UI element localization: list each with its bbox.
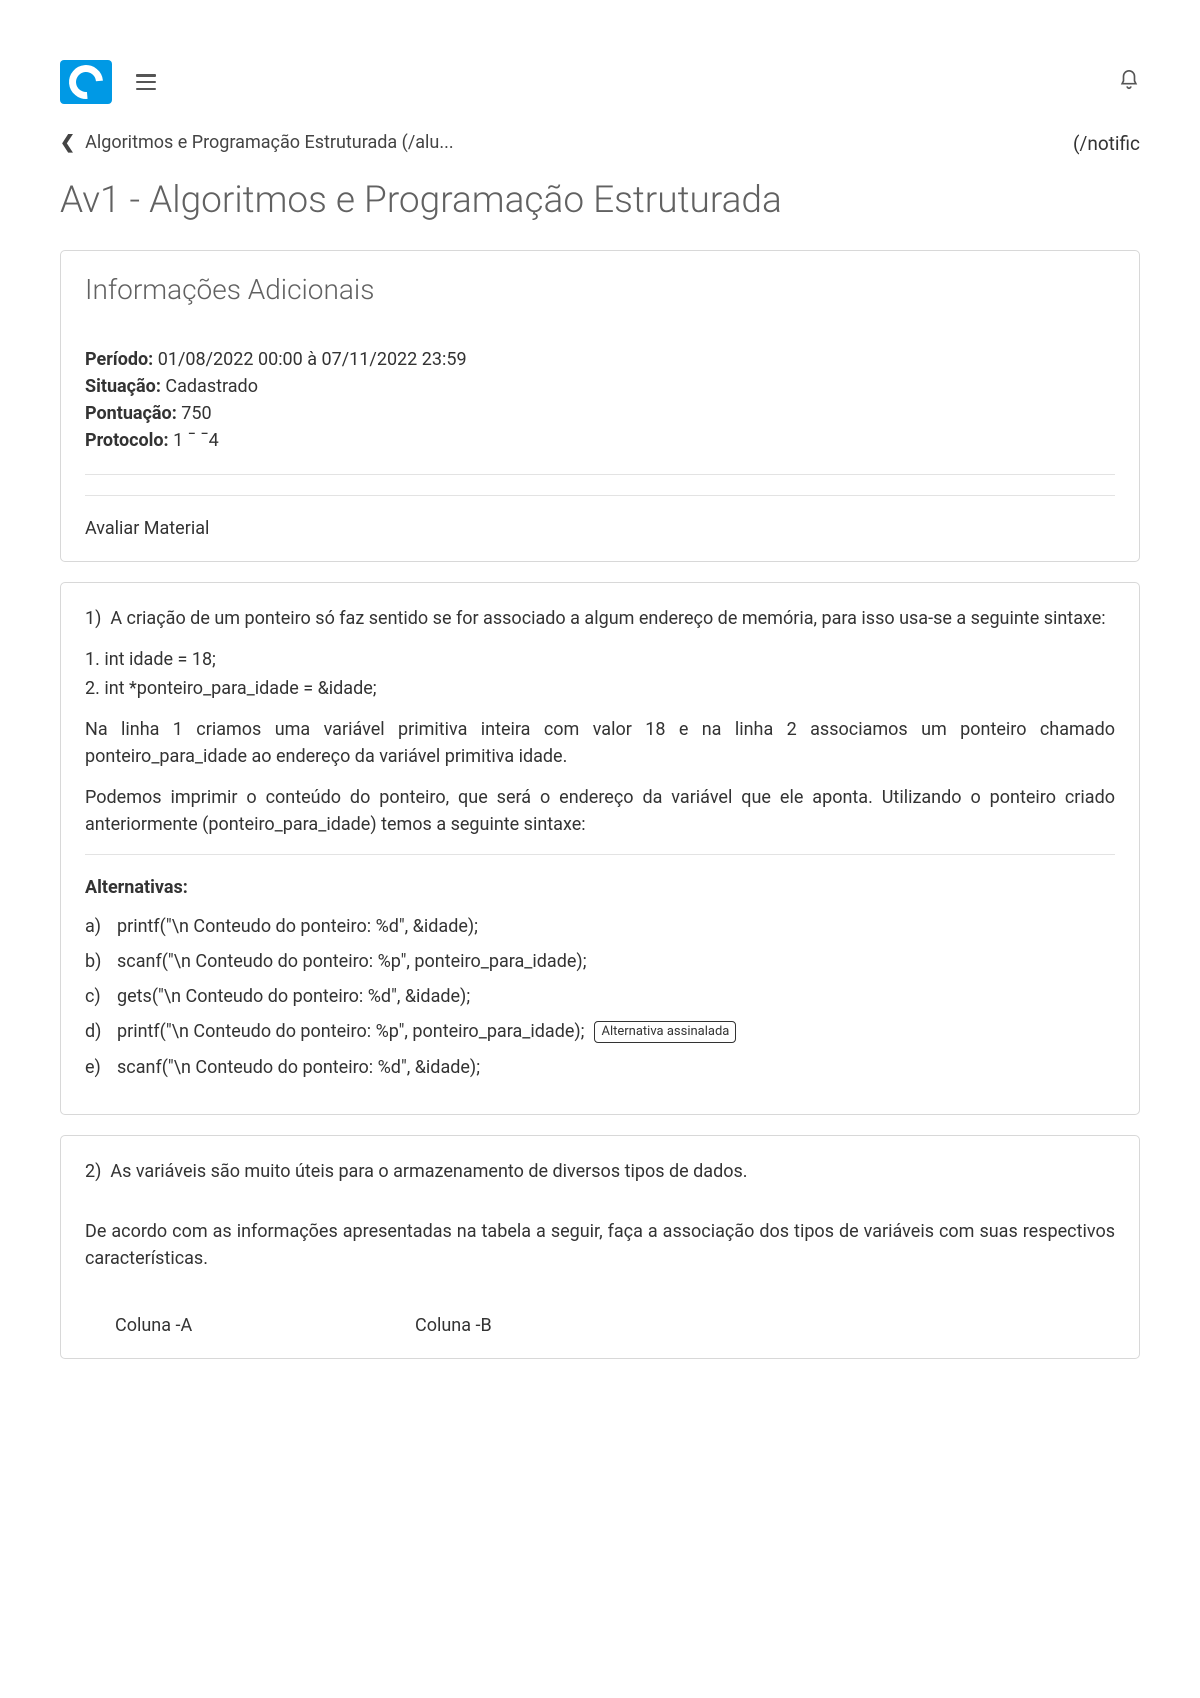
q1-number: 1) (85, 608, 101, 629)
alt-text: scanf("\n Conteudo do ponteiro: %p", pon… (117, 951, 587, 972)
notific-link[interactable]: (/notific (1073, 132, 1140, 155)
alternative-b[interactable]: b) scanf("\n Conteudo do ponteiro: %p", … (85, 951, 1115, 972)
alt-letter: a) (85, 916, 107, 937)
alternative-d[interactable]: d) printf("\n Conteudo do ponteiro: %p",… (85, 1021, 1115, 1043)
pontuacao-label: Pontuação: (85, 403, 177, 424)
alt-text: printf("\n Conteudo do ponteiro: %d", &i… (117, 916, 478, 937)
alt-text: scanf("\n Conteudo do ponteiro: %d", &id… (117, 1057, 480, 1078)
periodo-value: 01/08/2022 00:00 à 07/11/2022 23:59 (153, 349, 466, 370)
info-lines: Período: 01/08/2022 00:00 à 07/11/2022 2… (85, 346, 1115, 454)
page-title: Av1 - Algoritmos e Programação Estrutura… (60, 179, 1140, 222)
info-heading: Informações Adicionais (85, 273, 1115, 306)
alt-text: printf("\n Conteudo do ponteiro: %p", po… (117, 1021, 584, 1042)
column-header-row: Coluna -A Coluna -B (85, 1315, 1115, 1336)
avaliar-material-link[interactable]: Avaliar Material (85, 518, 1115, 539)
bell-icon[interactable] (1118, 69, 1140, 95)
breadcrumb-label: Algoritmos e Programação Estruturada (/a… (85, 132, 454, 153)
logo[interactable] (60, 60, 112, 104)
alt-text: gets("\n Conteudo do ponteiro: %d", &ida… (117, 986, 470, 1007)
q2-text-intro: As variáveis são muito úteis para o arma… (110, 1161, 747, 1182)
question-2-card: 2) As variáveis são muito úteis para o a… (60, 1135, 1140, 1359)
q1-text-intro: A criação de um ponteiro só faz sentido … (110, 608, 1105, 629)
alternative-a[interactable]: a) printf("\n Conteudo do ponteiro: %d",… (85, 916, 1115, 937)
alt-letter: c) (85, 986, 107, 1007)
q2-paragraph-2: De acordo com as informações apresentada… (85, 1218, 1115, 1272)
alternative-e[interactable]: e) scanf("\n Conteudo do ponteiro: %d", … (85, 1057, 1115, 1078)
breadcrumb[interactable]: ❮ Algoritmos e Programação Estruturada (… (60, 132, 454, 153)
q1-code-line-1: 1. int idade = 18; (85, 646, 1115, 673)
pontuacao-value: 750 (177, 403, 212, 424)
column-b-header: Coluna -B (415, 1315, 492, 1336)
q2-number: 2) (85, 1161, 101, 1182)
alt-letter: e) (85, 1057, 107, 1078)
chevron-left-icon: ❮ (60, 132, 75, 153)
alternative-c[interactable]: c) gets("\n Conteudo do ponteiro: %d", &… (85, 986, 1115, 1007)
q1-code-line-2: 2. int *ponteiro_para_idade = &idade; (85, 675, 1115, 702)
situacao-label: Situação: (85, 376, 161, 397)
protocolo-label: Protocolo: (85, 430, 169, 451)
selected-badge: Alternativa assinalada (594, 1021, 736, 1043)
q1-paragraph-2: Na linha 1 criamos uma variável primitiv… (85, 716, 1115, 770)
question-1-card: 1) A criação de um ponteiro só faz senti… (60, 582, 1140, 1115)
top-bar-left (60, 60, 156, 104)
breadcrumb-row: ❮ Algoritmos e Programação Estruturada (… (60, 132, 1140, 155)
logo-c-icon (62, 58, 110, 106)
column-a-header: Coluna -A (85, 1315, 415, 1336)
menu-icon[interactable] (136, 74, 156, 90)
q1-paragraph-3: Podemos imprimir o conteúdo do ponteiro,… (85, 784, 1115, 838)
alt-letter: b) (85, 951, 107, 972)
protocolo-value: 1 ¯ ¯4 (169, 430, 219, 451)
situacao-value: Cadastrado (161, 376, 258, 397)
periodo-label: Período: (85, 349, 153, 370)
alternatives-header: Alternativas: (85, 877, 1115, 898)
alt-letter: d) (85, 1021, 107, 1042)
info-card: Informações Adicionais Período: 01/08/20… (60, 250, 1140, 562)
top-bar (60, 60, 1140, 132)
